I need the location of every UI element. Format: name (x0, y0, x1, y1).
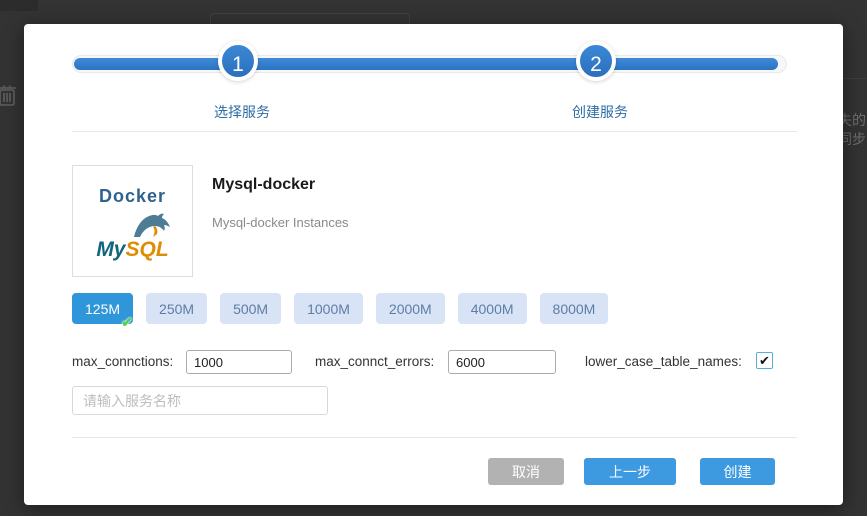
create-button[interactable]: 创建 (700, 458, 775, 485)
memory-option-125m[interactable]: 125M ✔ (72, 293, 134, 330)
stepper-progress-bar (74, 58, 778, 70)
mysql-logo-my: My (96, 238, 126, 261)
memory-option-label: 1000M (307, 300, 350, 317)
selected-check-icon: ✔ (121, 314, 134, 330)
service-name-input[interactable] (72, 386, 328, 415)
step-1-label: 选择服务 (214, 104, 270, 120)
memory-option-label: 4000M (470, 300, 514, 317)
stepper-divider (72, 131, 797, 132)
background-divider (843, 78, 867, 79)
memory-option-8000m[interactable]: 8000M (539, 293, 609, 324)
dimmed-overlay: 失的 同步 1 2 选择服务 创建服务 Docker MySQL Mysql-d… (0, 0, 867, 516)
memory-options-row: 125M ✔ 250M 500M 1000M 2000M 4000M 8000M (72, 293, 609, 330)
max-connect-errors-input[interactable] (448, 350, 556, 374)
step-1-circle[interactable]: 1 (218, 41, 258, 81)
memory-option-500m[interactable]: 500M (220, 293, 282, 324)
memory-option-label: 250M (159, 300, 195, 317)
memory-option-label: 500M (233, 300, 269, 317)
create-service-dialog: 1 2 选择服务 创建服务 Docker MySQL Mysql-docker … (24, 24, 843, 505)
memory-option-label: 8000M (552, 300, 596, 317)
docker-logo-text: Docker (98, 186, 167, 206)
footer-divider (72, 437, 797, 438)
memory-option-4000m[interactable]: 4000M (457, 293, 527, 324)
max-connect-errors-label: max_connct_errors: (315, 354, 435, 369)
previous-step-button[interactable]: 上一步 (584, 458, 676, 485)
memory-option-2000m[interactable]: 2000M (375, 293, 445, 324)
step-2-label: 创建服务 (572, 104, 628, 120)
mysql-logo-sql: SQL (125, 238, 169, 261)
max-connections-input[interactable] (186, 350, 292, 374)
step-2-circle[interactable]: 2 (576, 41, 616, 81)
cancel-button[interactable]: 取消 (488, 458, 564, 485)
trash-icon (0, 83, 18, 112)
memory-option-1000m[interactable]: 1000M (294, 293, 363, 324)
lower-case-table-names-label: lower_case_table_names: (585, 354, 742, 369)
lower-case-table-names-checkbox[interactable]: ✔ (756, 352, 773, 369)
memory-option-label: 125M (85, 300, 121, 317)
max-connections-label: max_connctions: (72, 354, 174, 369)
background-header-block (0, 0, 38, 11)
service-title: Mysql-docker (212, 176, 316, 193)
memory-option-250m[interactable]: 250M (146, 293, 208, 324)
service-subtitle: Mysql-docker Instances (212, 215, 349, 230)
service-logo: Docker MySQL (72, 165, 193, 277)
mysql-logo-text: MySQL (73, 238, 192, 262)
memory-option-label: 2000M (388, 300, 432, 317)
